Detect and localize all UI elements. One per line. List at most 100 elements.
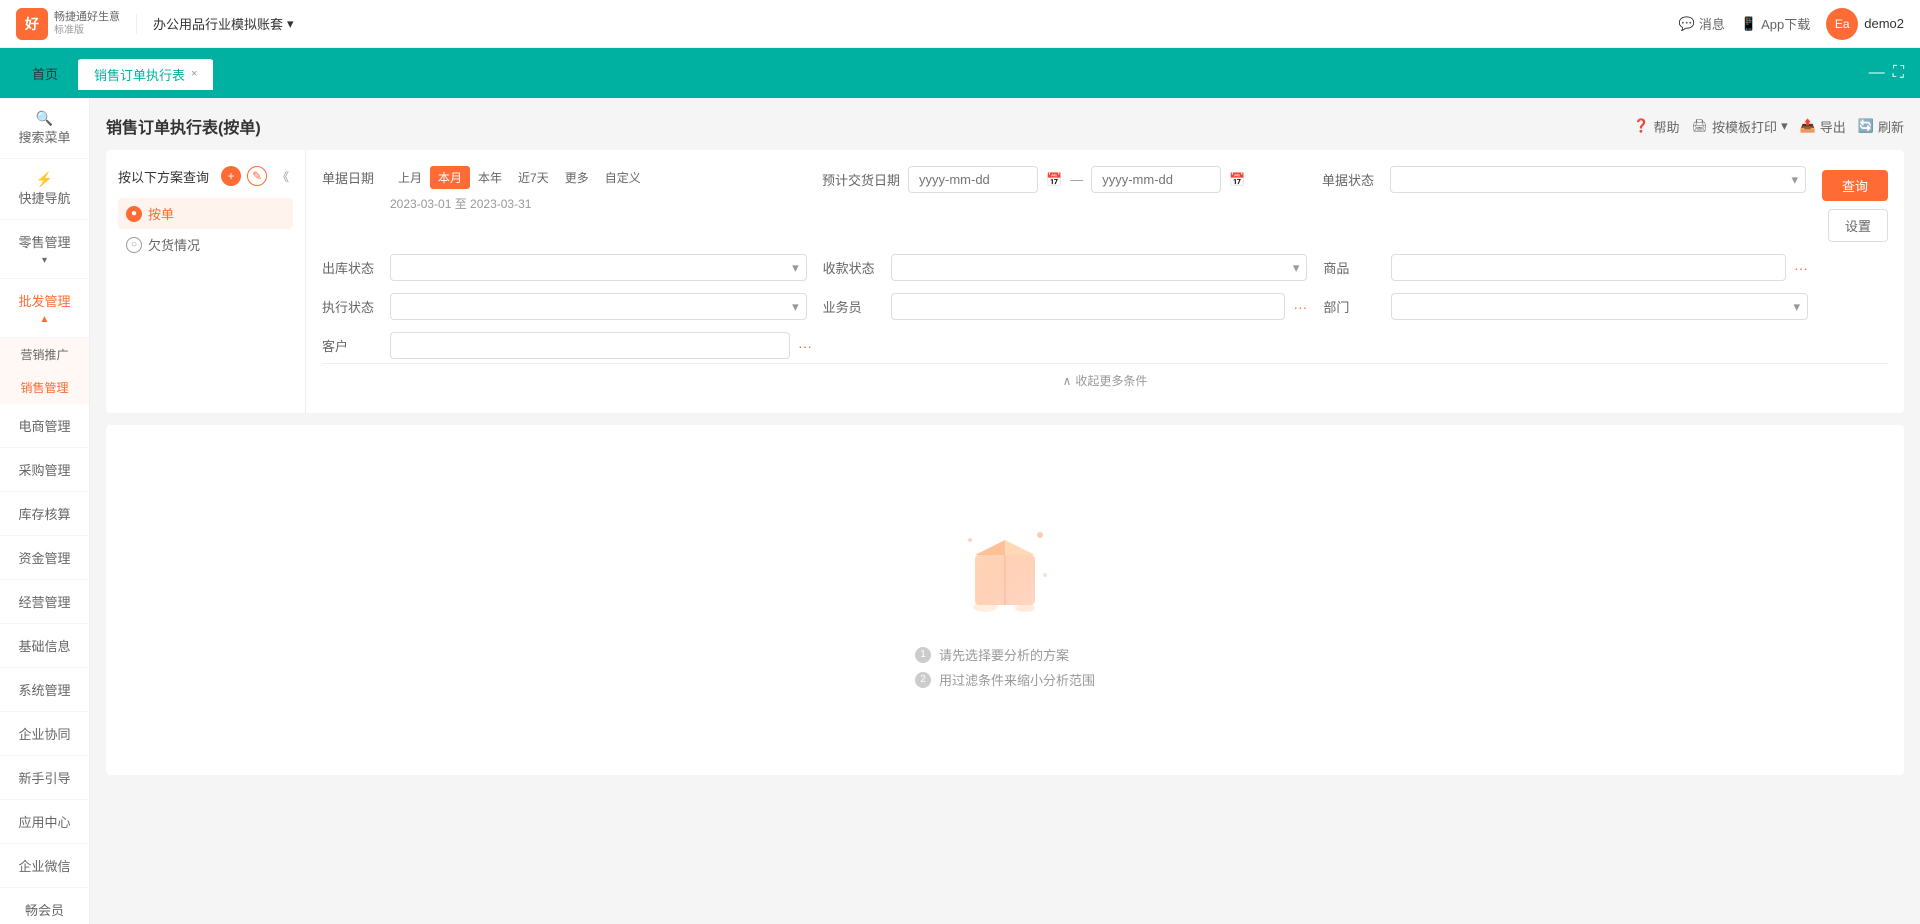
wholesale-arrow-icon: ▲ bbox=[40, 314, 50, 325]
filter-row-2: 出库状态 收款状态 bbox=[322, 254, 1888, 281]
app-download-button[interactable]: 📱 App下载 bbox=[1741, 14, 1810, 33]
sidebar-item-guide[interactable]: 新手引导 bbox=[0, 756, 89, 800]
sidebar-item-basic[interactable]: 基础信息 bbox=[0, 624, 89, 668]
delivery-select[interactable] bbox=[390, 254, 807, 281]
date-tab-custom[interactable]: 自定义 bbox=[597, 166, 649, 189]
goods-more-button[interactable]: ··· bbox=[1794, 260, 1808, 276]
sidebar-sub-item-marketing[interactable]: 营销推广 bbox=[0, 338, 89, 371]
sidebar-item-retail[interactable]: 零售管理 ▾ bbox=[0, 220, 89, 279]
filter-panel: 按以下方案查询 + ✎ 《 ● 按单 ○ 欠货情况 bbox=[106, 150, 1904, 413]
expected-date-end-input[interactable] bbox=[1091, 166, 1221, 193]
date-tab-this-month[interactable]: 本月 bbox=[430, 166, 470, 189]
tab-bar: 首页 销售订单执行表 × bbox=[16, 48, 213, 98]
calendar-icon-start[interactable]: 📅 bbox=[1046, 172, 1062, 188]
sidebar-item-system[interactable]: 系统管理 bbox=[0, 668, 89, 712]
filter-date-group: 单据日期 上月 本月 本年 近7天 更多 自定义 2023 bbox=[322, 166, 806, 212]
export-button[interactable]: 📤 导出 bbox=[1800, 117, 1846, 136]
filter-option-andan[interactable]: ● 按单 bbox=[118, 198, 293, 229]
filter-goods-group: 商品 ··· bbox=[1307, 254, 1808, 281]
filter-row-3: 执行状态 业务员 bbox=[322, 293, 1888, 320]
refresh-button[interactable]: 🔄 刷新 bbox=[1858, 117, 1904, 136]
sidebar-sub-item-sales[interactable]: 销售管理 bbox=[0, 371, 89, 404]
query-actions: 查询 设置 bbox=[1806, 166, 1888, 242]
top-bar: 好 畅捷通好生意 标准版 办公用品行业模拟账套 ▾ 💬 消息 📱 App下载 E… bbox=[0, 0, 1920, 48]
filter-sidebar-header: 按以下方案查询 + ✎ 《 bbox=[118, 166, 293, 186]
date-filter-tabs: 上月 本月 本年 近7天 更多 自定义 bbox=[390, 166, 649, 189]
tab-close-icon[interactable]: × bbox=[191, 68, 197, 80]
sidebar-item-apps[interactable]: 应用中心 bbox=[0, 800, 89, 844]
collapse-more: ∧ 收起更多条件 bbox=[322, 363, 1888, 397]
print-icon: 🖨 bbox=[1692, 118, 1709, 134]
retail-arrow-icon: ▾ bbox=[42, 255, 47, 266]
filter-add-button[interactable]: + bbox=[221, 166, 241, 186]
filter-exec-group: 执行状态 bbox=[322, 293, 807, 320]
help-button[interactable]: ❓ 帮助 bbox=[1633, 117, 1679, 136]
date-tab-last-month[interactable]: 上月 bbox=[390, 166, 430, 189]
exec-select[interactable] bbox=[390, 293, 807, 320]
message-button[interactable]: 💬 消息 bbox=[1679, 14, 1725, 33]
date-tab-7days[interactable]: 近7天 bbox=[510, 166, 557, 189]
sidebar-item-ecommerce[interactable]: 电商管理 bbox=[0, 404, 89, 448]
sidebar: 🔍 搜索菜单 ⚡ 快捷导航 零售管理 ▾ 批发管理 ▲ 营销推广 销售管理 电商… bbox=[0, 98, 90, 924]
sidebar-item-operation[interactable]: 经营管理 bbox=[0, 580, 89, 624]
status-select[interactable] bbox=[1390, 166, 1806, 193]
calendar-icon-end[interactable]: 📅 bbox=[1229, 172, 1245, 188]
salesman-more-button[interactable]: ··· bbox=[1293, 299, 1307, 315]
customer-more-button[interactable]: ··· bbox=[798, 338, 812, 354]
filter-expected-date-group: 预计交货日期 📅 — 📅 bbox=[806, 166, 1306, 193]
sidebar-item-search[interactable]: 🔍 搜索菜单 bbox=[0, 98, 89, 159]
sidebar-item-wholesale[interactable]: 批发管理 ▲ bbox=[0, 279, 89, 338]
filter-option-icon-quehuo: ○ bbox=[126, 237, 142, 253]
sidebar-item-member[interactable]: 畅会员 bbox=[0, 888, 89, 924]
customer-input[interactable] bbox=[390, 332, 790, 359]
sidebar-item-purchase[interactable]: 采购管理 bbox=[0, 448, 89, 492]
sidebar-item-collab[interactable]: 企业协同 bbox=[0, 712, 89, 756]
filter-option-quehuo[interactable]: ○ 欠货情况 bbox=[118, 229, 293, 260]
filter-row-4: 客户 ··· bbox=[322, 332, 1888, 359]
filter-status-group: 单据状态 bbox=[1306, 166, 1806, 193]
sidebar-item-wechat[interactable]: 企业微信 bbox=[0, 844, 89, 888]
collapse-button[interactable]: ∧ 收起更多条件 bbox=[330, 372, 1880, 389]
date-tab-this-year[interactable]: 本年 bbox=[470, 166, 510, 189]
tab-minimize-icon[interactable]: — bbox=[1869, 64, 1885, 82]
main-container: 🔍 搜索菜单 ⚡ 快捷导航 零售管理 ▾ 批发管理 ▲ 营销推广 销售管理 电商… bbox=[0, 98, 1920, 924]
step-2-number: 2 bbox=[915, 672, 931, 688]
query-button[interactable]: 查询 bbox=[1822, 170, 1888, 201]
page-header: 销售订单执行表(按单) ❓ 帮助 🖨 按模板打印 ▾ 📤 导出 bbox=[106, 114, 1904, 138]
payment-select[interactable] bbox=[891, 254, 1308, 281]
empty-text: 1 请先选择要分析的方案 2 用过滤条件来缩小分析范围 bbox=[915, 645, 1095, 695]
logo-icon: 好 bbox=[16, 8, 48, 40]
dept-select[interactable] bbox=[1391, 293, 1808, 320]
tab-active[interactable]: 销售订单执行表 × bbox=[78, 57, 213, 90]
top-bar-right: 💬 消息 📱 App下载 Ea demo2 bbox=[1679, 8, 1904, 40]
date-tab-more[interactable]: 更多 bbox=[557, 166, 597, 189]
tab-maximize-icon[interactable]: ⛶ bbox=[1893, 64, 1904, 82]
results-area: 1 请先选择要分析的方案 2 用过滤条件来缩小分析范围 bbox=[106, 425, 1904, 775]
tab-home[interactable]: 首页 bbox=[16, 58, 74, 89]
filter-edit-button[interactable]: ✎ bbox=[247, 166, 267, 186]
sidebar-item-finance[interactable]: 资金管理 bbox=[0, 536, 89, 580]
company-selector[interactable]: 办公用品行业模拟账套 ▾ bbox=[153, 14, 294, 33]
help-icon: ❓ bbox=[1633, 118, 1649, 134]
print-button[interactable]: 🖨 按模板打印 ▾ bbox=[1692, 117, 1788, 136]
salesman-input[interactable] bbox=[891, 293, 1286, 320]
expected-date-start-input[interactable] bbox=[908, 166, 1038, 193]
sidebar-item-nav[interactable]: ⚡ 快捷导航 bbox=[0, 159, 89, 220]
filter-collapse-button[interactable]: 《 bbox=[273, 166, 293, 186]
sidebar-item-inventory[interactable]: 库存核算 bbox=[0, 492, 89, 536]
filter-option-icon-andan: ● bbox=[126, 206, 142, 222]
filter-payment-group: 收款状态 bbox=[807, 254, 1308, 281]
user-menu[interactable]: Ea demo2 bbox=[1826, 8, 1904, 40]
goods-input[interactable] bbox=[1391, 254, 1786, 281]
company-arrow-icon: ▾ bbox=[287, 16, 294, 32]
filter-sidebar: 按以下方案查询 + ✎ 《 ● 按单 ○ 欠货情况 bbox=[106, 150, 306, 413]
page-actions: ❓ 帮助 🖨 按模板打印 ▾ 📤 导出 🔄 刷新 bbox=[1633, 117, 1904, 136]
export-icon: 📤 bbox=[1800, 118, 1816, 134]
settings-button[interactable]: 设置 bbox=[1828, 209, 1888, 242]
filter-customer-group: 客户 ··· bbox=[322, 332, 812, 359]
teal-header: 首页 销售订单执行表 × — ⛶ bbox=[0, 48, 1920, 98]
logo-text: 畅捷通好生意 标准版 bbox=[54, 10, 120, 37]
filter-salesman-group: 业务员 ··· bbox=[807, 293, 1308, 320]
empty-step-2: 2 用过滤条件来缩小分析范围 bbox=[915, 670, 1095, 689]
filter-main: 单据日期 上月 本月 本年 近7天 更多 自定义 2023 bbox=[306, 150, 1904, 413]
